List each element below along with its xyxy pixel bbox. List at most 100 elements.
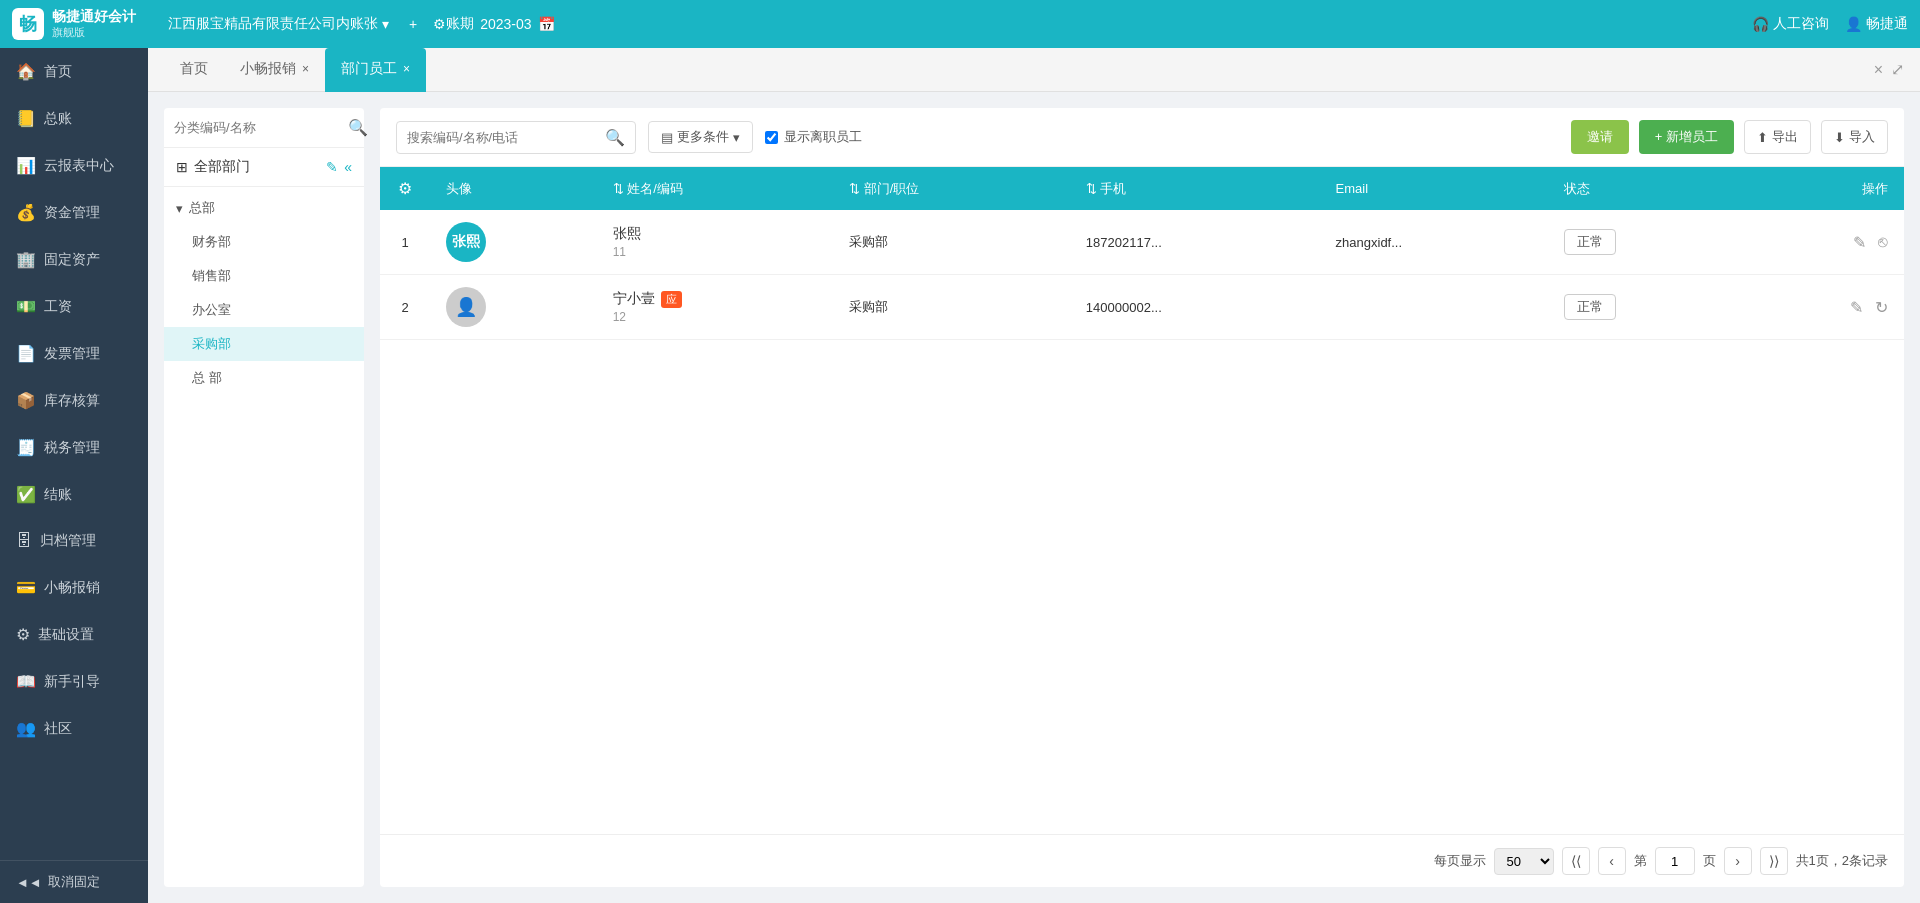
collapse-dept-button[interactable]: « bbox=[344, 159, 352, 175]
import-button[interactable]: ⬇ 导入 bbox=[1821, 120, 1888, 154]
table-settings-icon[interactable]: ⚙ bbox=[398, 180, 412, 197]
dept-item-office[interactable]: 办公室 bbox=[164, 293, 364, 327]
header-right: 🎧 人工咨询 👤 畅捷通 bbox=[1752, 15, 1908, 33]
row1-dept: 采购部 bbox=[833, 210, 1070, 275]
col-phone[interactable]: ⇅ 手机 bbox=[1070, 167, 1320, 210]
tab-dept-staff-label: 部门员工 bbox=[341, 60, 397, 78]
sidebar-item-tax[interactable]: 🧾 税务管理 bbox=[0, 424, 148, 471]
sidebar-item-reports[interactable]: 📊 云报表中心 bbox=[0, 142, 148, 189]
sidebar-item-invoice[interactable]: 📄 发票管理 bbox=[0, 330, 148, 377]
col-email: Email bbox=[1320, 167, 1548, 210]
per-page-select[interactable]: 50 20 100 bbox=[1494, 848, 1554, 875]
all-dept-header[interactable]: ⊞ 全部部门 ✎ « bbox=[164, 148, 364, 187]
prev-page-button[interactable]: ‹ bbox=[1598, 847, 1626, 875]
dept-tree: ▾ 总部 财务部 销售部 办公室 采购部 bbox=[164, 187, 364, 399]
chevron-down-icon: ▾ bbox=[176, 201, 183, 216]
tab-dept-staff[interactable]: 部门员工 × bbox=[325, 48, 426, 92]
period-label: 账期 bbox=[446, 15, 474, 33]
page-content: 🔍 ⊞ 全部部门 ✎ « ▾ 总部 bbox=[148, 92, 1920, 903]
row2-refresh-icon[interactable]: ↻ bbox=[1875, 298, 1888, 317]
dept-item-hq-sub[interactable]: 总 部 bbox=[164, 361, 364, 395]
close-panel-button[interactable]: × bbox=[1874, 60, 1883, 79]
sidebar-item-ledger[interactable]: 📒 总账 bbox=[0, 95, 148, 142]
show-resigned-checkbox-label[interactable]: 显示离职员工 bbox=[765, 128, 862, 146]
col-dept[interactable]: ⇅ 部门/职位 bbox=[833, 167, 1070, 210]
employee-panel: 🔍 ▤ 更多条件 ▾ 显示离职员工 邀请 bbox=[380, 108, 1904, 887]
col-name[interactable]: ⇅ 姓名/编码 bbox=[597, 167, 834, 210]
dept-group-hq-header[interactable]: ▾ 总部 bbox=[164, 191, 364, 225]
row1-status-badge: 正常 bbox=[1564, 229, 1616, 255]
next-page-button[interactable]: › bbox=[1724, 847, 1752, 875]
sidebar-item-community[interactable]: 👥 社区 bbox=[0, 705, 148, 752]
employee-search-bar[interactable]: 🔍 bbox=[396, 121, 636, 154]
export-icon: ⬆ bbox=[1757, 130, 1768, 145]
current-page-input[interactable] bbox=[1655, 847, 1695, 875]
dept-sales-label: 销售部 bbox=[192, 268, 231, 283]
calendar-icon[interactable]: 📅 bbox=[538, 16, 555, 32]
add-employee-button[interactable]: + 新增员工 bbox=[1639, 120, 1734, 154]
ai-consult-btn[interactable]: 🎧 人工咨询 bbox=[1752, 15, 1829, 33]
sidebar-item-funds[interactable]: 💰 资金管理 bbox=[0, 189, 148, 236]
row1-edit-icon[interactable]: ✎ bbox=[1853, 233, 1866, 252]
dept-item-purchase[interactable]: 采购部 bbox=[164, 327, 364, 361]
filter-btn-label: 更多条件 bbox=[677, 128, 729, 146]
row2-status-badge: 正常 bbox=[1564, 294, 1616, 320]
sidebar-item-expense[interactable]: 💳 小畅报销 bbox=[0, 564, 148, 611]
user-menu[interactable]: 👤 畅捷通 bbox=[1845, 15, 1908, 33]
edit-dept-button[interactable]: ✎ bbox=[326, 159, 338, 175]
sidebar-label-archive: 归档管理 bbox=[40, 532, 96, 550]
show-resigned-text: 显示离职员工 bbox=[784, 128, 862, 146]
more-filter-button[interactable]: ▤ 更多条件 ▾ bbox=[648, 121, 753, 153]
company-selector[interactable]: 江西服宝精品有限责任公司内账张 ▾ bbox=[168, 15, 389, 33]
sidebar-item-inventory[interactable]: 📦 库存核算 bbox=[0, 377, 148, 424]
sidebar-item-salary[interactable]: 💵 工资 bbox=[0, 283, 148, 330]
col-status: 状态 bbox=[1548, 167, 1742, 210]
unpin-button[interactable]: ◄◄ 取消固定 bbox=[0, 860, 148, 903]
dept-group-hq-label: 总部 bbox=[189, 199, 215, 217]
content-area: 首页 小畅报销 × 部门员工 × × ⤢ 🔍 bbox=[148, 48, 1920, 903]
company-dropdown-icon[interactable]: ▾ bbox=[382, 16, 389, 32]
invite-btn-label: 邀请 bbox=[1587, 129, 1613, 144]
settings-button[interactable]: ⚙ bbox=[433, 16, 446, 32]
invite-button[interactable]: 邀请 bbox=[1571, 120, 1629, 154]
export-button[interactable]: ⬆ 导出 bbox=[1744, 120, 1811, 154]
employee-search-input[interactable] bbox=[407, 130, 599, 145]
unpin-label: 取消固定 bbox=[48, 873, 100, 891]
tab-expense-close[interactable]: × bbox=[302, 62, 309, 76]
period-value[interactable]: 2023-03 bbox=[480, 16, 531, 32]
settings-nav-icon: ⚙ bbox=[16, 625, 30, 644]
header-actions: + ⚙ bbox=[409, 16, 446, 32]
tab-expense[interactable]: 小畅报销 × bbox=[224, 48, 325, 92]
add-tab-button[interactable]: + bbox=[409, 16, 417, 32]
col-settings[interactable]: ⚙ bbox=[380, 167, 430, 210]
tax-icon: 🧾 bbox=[16, 438, 36, 457]
row1-exit-icon[interactable]: ⎋ bbox=[1878, 233, 1888, 252]
user-name: 畅捷通 bbox=[1866, 15, 1908, 33]
sidebar-item-home[interactable]: 🏠 首页 bbox=[0, 48, 148, 95]
last-page-button[interactable]: ⟩⟩ bbox=[1760, 847, 1788, 875]
expand-panel-button[interactable]: ⤢ bbox=[1891, 60, 1904, 79]
logo-subtitle: 旗舰版 bbox=[52, 25, 136, 40]
show-resigned-checkbox[interactable] bbox=[765, 131, 778, 144]
headset-icon: 🎧 bbox=[1752, 16, 1769, 32]
sidebar-item-guide[interactable]: 📖 新手引导 bbox=[0, 658, 148, 705]
sidebar-item-checkout[interactable]: ✅ 结账 bbox=[0, 471, 148, 518]
dept-item-sales[interactable]: 销售部 bbox=[164, 259, 364, 293]
tab-home[interactable]: 首页 bbox=[164, 48, 224, 92]
dept-item-finance[interactable]: 财务部 bbox=[164, 225, 364, 259]
sidebar-label-tax: 税务管理 bbox=[44, 439, 100, 457]
dept-search-input[interactable] bbox=[174, 120, 342, 135]
sidebar-item-archive[interactable]: 🗄 归档管理 bbox=[0, 518, 148, 564]
dept-finance-label: 财务部 bbox=[192, 234, 231, 249]
sidebar-item-settings[interactable]: ⚙ 基础设置 bbox=[0, 611, 148, 658]
tab-dept-staff-close[interactable]: × bbox=[403, 62, 410, 76]
sidebar-label-settings: 基础设置 bbox=[38, 626, 94, 644]
search-icon[interactable]: 🔍 bbox=[605, 128, 625, 147]
row2-edit-icon[interactable]: ✎ bbox=[1850, 298, 1863, 317]
sidebar-item-assets[interactable]: 🏢 固定资产 bbox=[0, 236, 148, 283]
first-page-button[interactable]: ⟨⟨ bbox=[1562, 847, 1590, 875]
toolbar-right-actions: 邀请 + 新增员工 ⬆ 导出 ⬇ 导入 bbox=[1571, 120, 1888, 154]
dept-search-icon[interactable]: 🔍 bbox=[348, 118, 368, 137]
row2-dept: 采购部 bbox=[833, 275, 1070, 340]
row2-avatar: 👤 bbox=[430, 275, 597, 340]
